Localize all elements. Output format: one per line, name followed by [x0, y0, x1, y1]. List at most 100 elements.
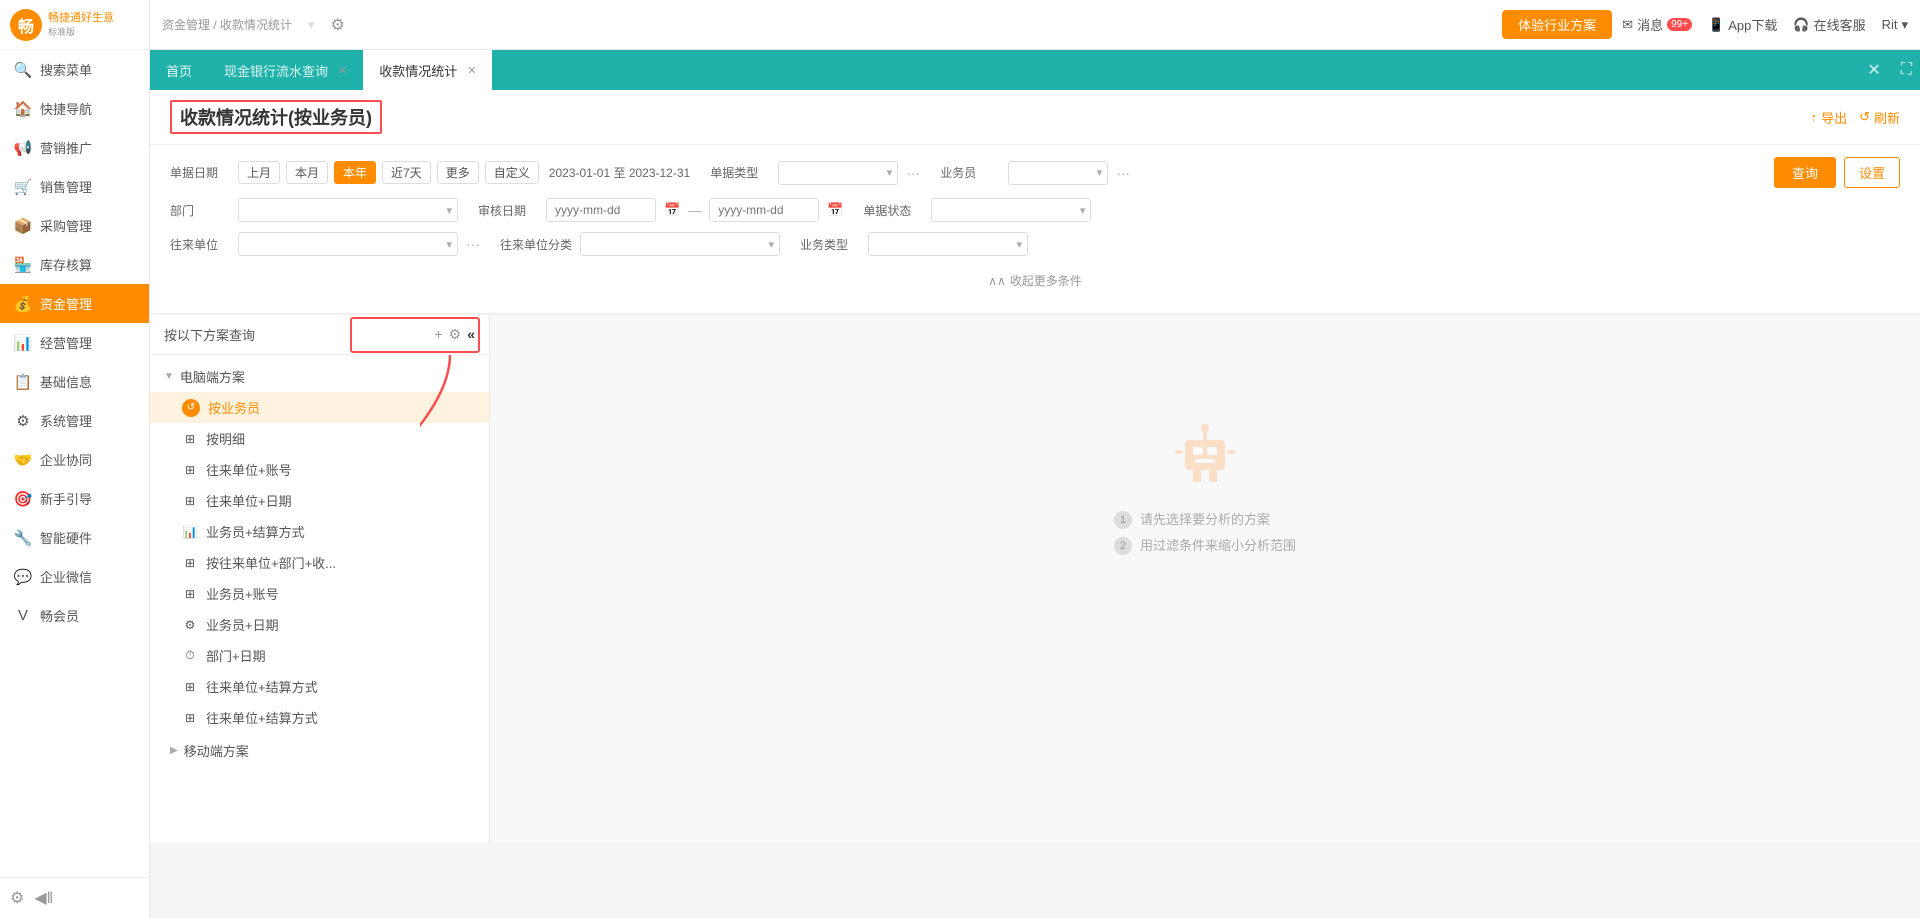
- sidebar-item-inventory[interactable]: 🏪 库存核算: [0, 245, 149, 284]
- tree-item-salesman-account[interactable]: ⊞ 业务员+账号: [150, 578, 489, 609]
- inventory-icon: 🏪: [14, 256, 32, 274]
- grid-icon: ⊞: [182, 431, 198, 447]
- date-7days-btn[interactable]: 近7天: [382, 161, 431, 184]
- sidebar-item-wechat[interactable]: 💬 企业微信: [0, 557, 149, 596]
- bar-chart-icon: 📊: [182, 524, 198, 540]
- empty-step-1: 1 请先选择要分析的方案: [1114, 507, 1296, 533]
- sidebar-item-operation[interactable]: 📊 经营管理: [0, 323, 149, 362]
- tree-item-salesman-settle[interactable]: 📊 业务员+结算方式: [150, 516, 489, 547]
- sidebar-item-label: 企业微信: [40, 567, 92, 586]
- tree-item-partner-account[interactable]: ⊞ 往来单位+账号: [150, 454, 489, 485]
- biz-type-select[interactable]: [868, 232, 1028, 256]
- scheme-add-icon[interactable]: +: [434, 326, 442, 343]
- tab-maximize-btn[interactable]: ⛶: [1893, 61, 1920, 79]
- sidebar-item-label: 畅会员: [40, 606, 79, 625]
- tree-group-pc-header[interactable]: ▼ 电脑端方案: [150, 361, 489, 392]
- tree-item-by-detail[interactable]: ⊞ 按明细: [150, 423, 489, 454]
- dept-select-wrap: [238, 198, 458, 222]
- date-this-year-btn[interactable]: 本年: [334, 161, 376, 184]
- sidebar-footer: ⚙ ◀‖: [0, 877, 149, 918]
- sidebar-item-search[interactable]: 🔍 搜索菜单: [0, 50, 149, 89]
- salesman-select[interactable]: [1008, 161, 1108, 185]
- scheme-settings-icon[interactable]: ⚙: [449, 326, 462, 343]
- messages-btn[interactable]: ✉ 消息 99+: [1622, 15, 1692, 34]
- sidebar-item-purchase[interactable]: 📦 采购管理: [0, 206, 149, 245]
- sidebar-item-basic-info[interactable]: 📋 基础信息: [0, 362, 149, 401]
- tree-item-label: 业务员+日期: [206, 615, 279, 634]
- sidebar-item-quick-nav[interactable]: 🏠 快捷导航: [0, 89, 149, 128]
- tab-collection-stats[interactable]: 收款情况统计 ✕: [363, 50, 492, 90]
- sidebar-item-capital[interactable]: 💰 资金管理: [0, 284, 149, 323]
- sidebar-item-system[interactable]: ⚙ 系统管理: [0, 401, 149, 440]
- user-chevron-icon: ▾: [1901, 17, 1908, 33]
- user-menu[interactable]: Rit ▾: [1882, 17, 1908, 33]
- system-icon: ⚙: [14, 412, 32, 430]
- sales-icon: 🛒: [14, 178, 32, 196]
- tree-item-salesman-date[interactable]: ⚙ 业务员+日期: [150, 609, 489, 640]
- sidebar-item-label: 营销推广: [40, 138, 92, 157]
- partner-category-select[interactable]: [580, 232, 780, 256]
- tree-item-partner-settle1[interactable]: ⊞ 往来单位+结算方式: [150, 671, 489, 702]
- tab-close-all-btn[interactable]: ✕: [1855, 60, 1892, 80]
- tab-home[interactable]: 首页: [150, 61, 208, 80]
- sidebar-item-smart-hw[interactable]: 🔧 智能硬件: [0, 518, 149, 557]
- wechat-icon: 💬: [14, 568, 32, 586]
- sidebar-item-label: 销售管理: [40, 177, 92, 196]
- header-settings-icon[interactable]: ⚙: [331, 15, 345, 35]
- tab-close-icon[interactable]: ✕: [338, 64, 347, 77]
- trial-btn[interactable]: 体验行业方案: [1502, 10, 1612, 39]
- tab-bank-flow[interactable]: 现金银行流水查询 ✕: [208, 50, 363, 90]
- dept-select[interactable]: [238, 198, 458, 222]
- export-btn[interactable]: ↑ 导出: [1811, 108, 1848, 127]
- salesman-more-icon[interactable]: ···: [1116, 165, 1130, 181]
- date-prev-month-btn[interactable]: 上月: [238, 161, 280, 184]
- review-date-from-input[interactable]: [546, 198, 656, 222]
- app-download-btn[interactable]: 📱 App下载: [1708, 15, 1777, 34]
- tree-group-pc: ▼ 电脑端方案 ↺ 按业务员 ⊞ 按明细 ⊞ 往: [150, 361, 489, 733]
- review-date-to-input[interactable]: [709, 198, 819, 222]
- sidebar-item-guide[interactable]: 🎯 新手引导: [0, 479, 149, 518]
- tree-group-mobile-header[interactable]: ▶ 移动端方案: [150, 735, 489, 766]
- scheme-collapse-icon[interactable]: «: [467, 326, 475, 343]
- sidebar-item-label: 资金管理: [40, 294, 92, 313]
- sidebar-item-enterprise[interactable]: 🤝 企业协同: [0, 440, 149, 479]
- calendar-to-icon[interactable]: 📅: [827, 202, 843, 218]
- sidebar-item-member[interactable]: V 畅会员: [0, 596, 149, 635]
- sidebar-item-marketing[interactable]: 📢 营销推广: [0, 128, 149, 167]
- tree-item-partner-settle2[interactable]: ⊞ 往来单位+结算方式: [150, 702, 489, 733]
- scheme-panel-actions: + ⚙ «: [434, 326, 475, 343]
- voucher-type-more-icon[interactable]: ···: [906, 165, 920, 181]
- date-this-month-btn[interactable]: 本月: [286, 161, 328, 184]
- tab-close-icon[interactable]: ✕: [467, 64, 476, 77]
- main-area: 资金管理 / 收款情况统计 ▾ ⚙ 体验行业方案 ✉ 消息 99+ 📱 App下…: [150, 0, 1920, 918]
- settings-btn[interactable]: 设置: [1844, 157, 1900, 188]
- tree-item-by-salesman[interactable]: ↺ 按业务员: [150, 392, 489, 423]
- tree-item-partner-date[interactable]: ⊞ 往来单位+日期: [150, 485, 489, 516]
- partner-select-wrap: [238, 232, 458, 256]
- footer-settings-icon[interactable]: ⚙: [10, 888, 24, 908]
- quick-nav-icon: 🏠: [14, 100, 32, 118]
- biz-type-label: 业务类型: [800, 236, 860, 253]
- operation-icon: 📊: [14, 334, 32, 352]
- refresh-btn[interactable]: ↺ 刷新: [1859, 108, 1900, 127]
- partner-select[interactable]: [238, 232, 458, 256]
- message-badge: 99+: [1667, 18, 1692, 31]
- table-icon: ⊞: [182, 462, 198, 478]
- date-more-btn[interactable]: 更多: [437, 161, 479, 184]
- voucher-type-select[interactable]: [778, 161, 898, 185]
- sidebar-item-sales[interactable]: 🛒 销售管理: [0, 167, 149, 206]
- tree-item-dept-date[interactable]: ⏱ 部门+日期: [150, 640, 489, 671]
- table-icon-5: ⊞: [182, 679, 198, 695]
- user-avatar: Rit: [1882, 17, 1898, 32]
- collapse-filter-btn[interactable]: ∧∧ 收起更多条件: [170, 266, 1900, 295]
- tree-item-label: 往来单位+日期: [206, 491, 292, 510]
- online-service-btn[interactable]: 🎧 在线客服: [1793, 15, 1865, 34]
- tree-item-partner-dept-collect[interactable]: ⊞ 按往来单位+部门+收...: [150, 547, 489, 578]
- date-custom-btn[interactable]: 自定义: [485, 161, 539, 184]
- dept-label: 部门: [170, 202, 230, 219]
- voucher-status-select[interactable]: [931, 198, 1091, 222]
- query-btn[interactable]: 查询: [1774, 157, 1836, 188]
- footer-collapse-icon[interactable]: ◀‖: [34, 888, 53, 908]
- calendar-from-icon[interactable]: 📅: [664, 202, 680, 218]
- partner-more-icon[interactable]: ···: [466, 236, 480, 252]
